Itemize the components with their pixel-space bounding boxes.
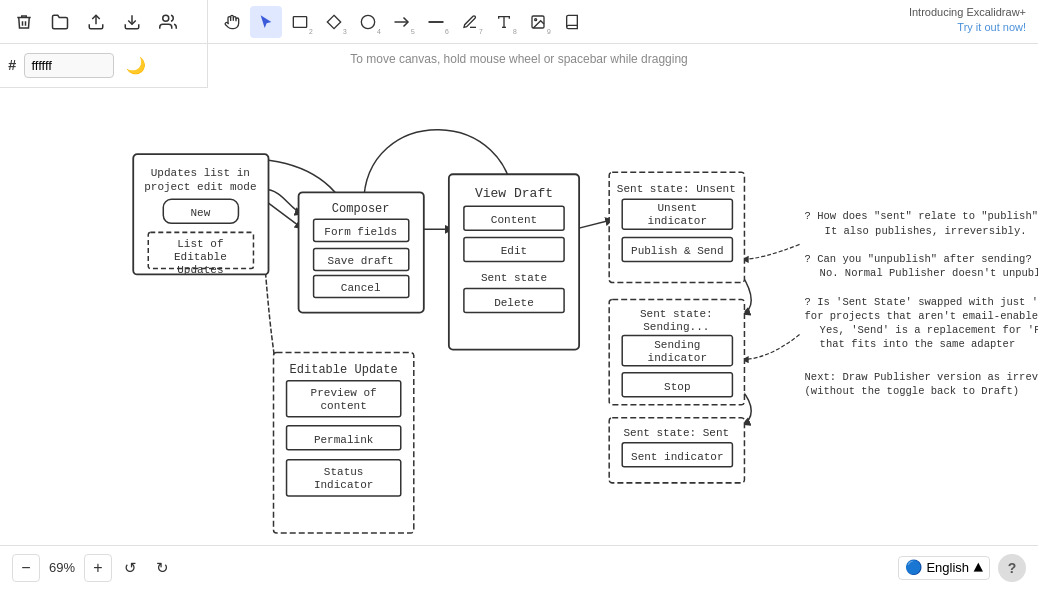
color-input[interactable] xyxy=(24,53,114,78)
svg-text:Status: Status xyxy=(324,466,364,478)
zoom-level: 69% xyxy=(44,560,80,575)
diamond-num: 3 xyxy=(343,28,347,36)
tool-group: 2 3 4 5 6 xyxy=(216,6,588,38)
text-num: 8 xyxy=(513,28,517,36)
zoom-out-button[interactable]: − xyxy=(12,554,40,582)
svg-text:Unsent: Unsent xyxy=(657,202,697,214)
svg-text:content: content xyxy=(321,400,367,412)
svg-text:Sent state: Unsent: Sent state: Unsent xyxy=(617,183,736,195)
undo-button[interactable]: ↺ xyxy=(116,554,144,582)
open-button[interactable] xyxy=(44,6,76,38)
canvas-area[interactable]: Updates list in project edit mode New Li… xyxy=(0,44,1038,545)
svg-text:Preview of: Preview of xyxy=(311,387,377,399)
svg-text:Sent state:: Sent state: xyxy=(640,308,713,320)
promo-banner: Introducing Excalidraw+ Try it out now! xyxy=(909,6,1026,36)
collaborators-button[interactable] xyxy=(152,6,184,38)
zoom-controls: − 69% + ↺ ↻ xyxy=(12,554,176,582)
export-button[interactable] xyxy=(116,6,148,38)
chevron-up-icon: ▲ xyxy=(973,559,983,577)
svg-text:? Can you "unpublish" after se: ? Can you "unpublish" after sending? xyxy=(805,253,1032,265)
shield-icon: 🔵 xyxy=(905,559,922,576)
svg-text:Publish & Send: Publish & Send xyxy=(631,245,724,257)
canvas-hint: To move canvas, hold mouse wheel or spac… xyxy=(350,52,688,66)
clear-button[interactable] xyxy=(8,6,40,38)
diagram-svg: Updates list in project edit mode New Li… xyxy=(0,44,1038,545)
arrow-num: 5 xyxy=(411,28,415,36)
hash-label: # xyxy=(8,58,16,74)
svg-text:Updates list in: Updates list in xyxy=(151,167,250,179)
svg-text:Content: Content xyxy=(491,214,537,226)
svg-text:that fits into the same adapte: that fits into the same adapter xyxy=(820,338,1016,350)
svg-text:List of: List of xyxy=(177,238,223,250)
right-controls: 🔵 English ▲ ? xyxy=(898,554,1026,582)
zoom-in-button[interactable]: + xyxy=(84,554,112,582)
pen-num: 7 xyxy=(479,28,483,36)
svg-text:Indicator: Indicator xyxy=(314,479,374,491)
redo-button[interactable]: ↻ xyxy=(148,554,176,582)
svg-text:No. Normal Publisher doesn't u: No. Normal Publisher doesn't unpublish e… xyxy=(820,267,1038,279)
save-button[interactable] xyxy=(80,6,112,38)
svg-text:Editable Update: Editable Update xyxy=(290,363,398,377)
svg-text:Delete: Delete xyxy=(494,297,534,309)
svg-text:Editable: Editable xyxy=(174,251,227,263)
select-tool[interactable] xyxy=(250,6,282,38)
svg-text:Form fields: Form fields xyxy=(324,226,397,238)
image-num: 9 xyxy=(547,28,551,36)
svg-text:Sent state: Sent: Sent state: Sent xyxy=(623,427,729,439)
dark-mode-button[interactable]: 🌙 xyxy=(122,52,150,80)
promo-line1: Introducing Excalidraw+ xyxy=(909,6,1026,18)
svg-text:? Is 'Sent State' swapped with: ? Is 'Sent State' swapped with just 'Pub… xyxy=(805,296,1038,308)
language-dropdown[interactable]: English xyxy=(926,560,969,575)
svg-text:Edit: Edit xyxy=(501,245,527,257)
hand-tool[interactable] xyxy=(216,6,248,38)
svg-text:(without the toggle back to Dr: (without the toggle back to Draft) xyxy=(805,385,1020,397)
svg-text:Cancel: Cancel xyxy=(341,282,381,294)
svg-text:Updates: Updates xyxy=(177,264,223,276)
library-tool[interactable] xyxy=(556,6,588,38)
svg-text:Sent state: Sent state xyxy=(481,272,547,284)
svg-point-11 xyxy=(535,18,537,20)
svg-text:View Draft: View Draft xyxy=(475,186,553,201)
svg-text:project edit mode: project edit mode xyxy=(144,181,256,193)
help-button[interactable]: ? xyxy=(998,554,1026,582)
svg-text:Yes, 'Send' is a replacement f: Yes, 'Send' is a replacement for 'Publis… xyxy=(820,324,1038,336)
circle-num: 4 xyxy=(377,28,381,36)
svg-text:Next: Draw Publisher version a: Next: Draw Publisher version as irrevers… xyxy=(805,371,1038,383)
bottom-bar: − 69% + ↺ ↻ 🔵 English ▲ ? xyxy=(0,545,1038,589)
svg-text:Save draft: Save draft xyxy=(328,255,394,267)
svg-point-5 xyxy=(361,15,374,28)
svg-text:Stop: Stop xyxy=(664,381,690,393)
svg-text:Sent indicator: Sent indicator xyxy=(631,451,724,463)
svg-text:New: New xyxy=(190,207,210,219)
svg-marker-4 xyxy=(327,15,340,28)
svg-text:Composer: Composer xyxy=(332,202,390,216)
rect-num: 2 xyxy=(309,28,313,36)
svg-text:indicator: indicator xyxy=(648,215,708,227)
left-toolbar xyxy=(0,0,208,44)
promo-link[interactable]: Try it out now! xyxy=(957,21,1026,33)
svg-text:? How does "sent" relate to "p: ? How does "sent" relate to "publish"? xyxy=(805,210,1038,222)
svg-point-2 xyxy=(163,15,169,21)
svg-text:Permalink: Permalink xyxy=(314,434,374,446)
svg-text:for projects that aren't email: for projects that aren't email-enabled? xyxy=(805,310,1038,322)
language-selector[interactable]: 🔵 English ▲ xyxy=(898,556,990,580)
svg-rect-3 xyxy=(293,16,306,27)
color-bar: # 🌙 xyxy=(0,44,208,88)
line-num: 6 xyxy=(445,28,449,36)
svg-text:indicator: indicator xyxy=(648,352,708,364)
svg-text:Sending...: Sending... xyxy=(643,321,709,333)
svg-text:Sending: Sending xyxy=(654,339,700,351)
svg-text:It also publishes, irreversibl: It also publishes, irreversibly. xyxy=(825,225,1027,237)
